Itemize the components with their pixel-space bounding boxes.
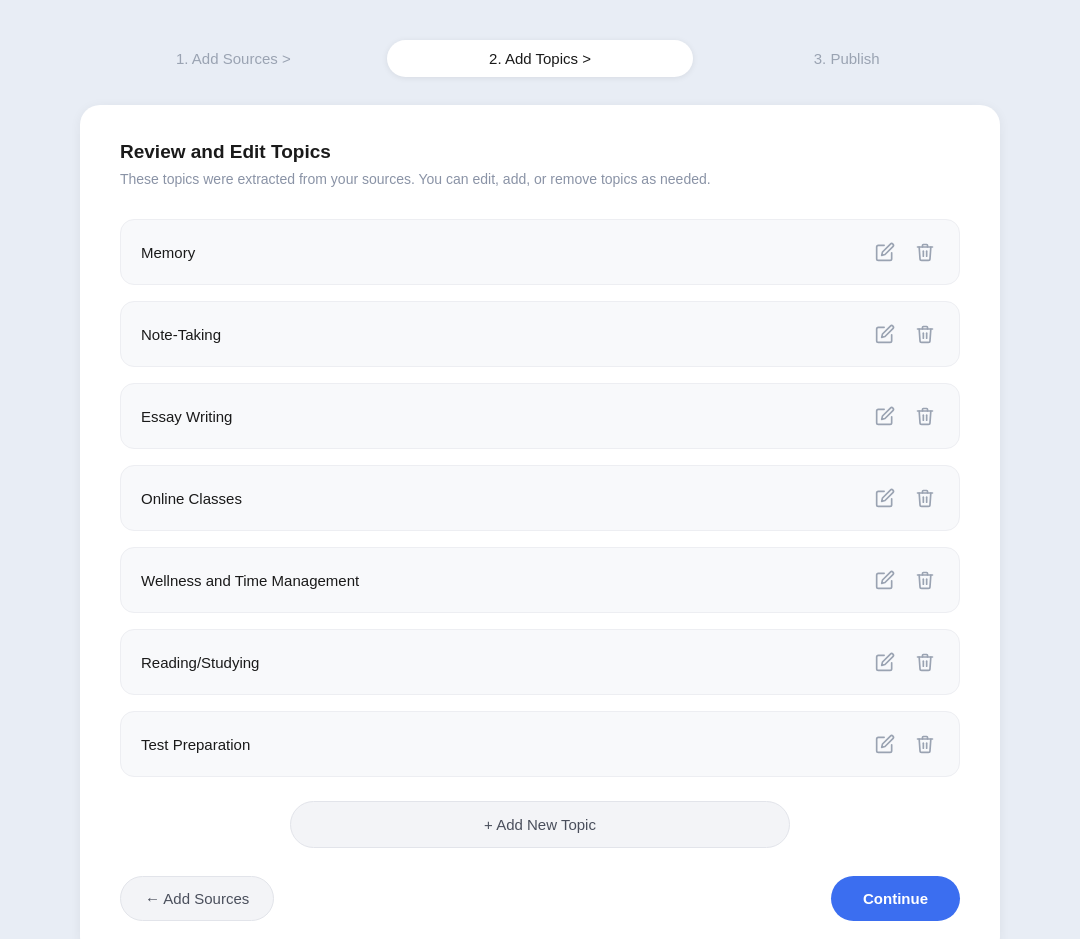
card-subtitle: These topics were extracted from your so… [120,171,960,187]
page-wrapper: 1. Add Sources > 2. Add Topics > 3. Publ… [20,20,1060,939]
edit-topic-button[interactable] [871,320,899,348]
topic-name: Memory [141,244,195,261]
topic-actions [871,484,939,512]
delete-topic-button[interactable] [911,730,939,758]
delete-topic-button[interactable] [911,320,939,348]
topic-name: Reading/Studying [141,654,259,671]
delete-topic-button[interactable] [911,566,939,594]
step-add-sources[interactable]: 1. Add Sources > [80,40,387,77]
trash-icon [915,242,935,262]
delete-topic-button[interactable] [911,484,939,512]
edit-topic-button[interactable] [871,730,899,758]
step-publish[interactable]: 3. Publish [693,40,1000,77]
topic-row: Reading/Studying [120,629,960,695]
main-card: Review and Edit Topics These topics were… [80,105,1000,939]
back-button[interactable]: ← Add Sources [120,876,274,921]
trash-icon [915,734,935,754]
delete-topic-button[interactable] [911,648,939,676]
topic-name: Online Classes [141,490,242,507]
delete-topic-button[interactable] [911,402,939,430]
topic-row: Essay Writing [120,383,960,449]
card-title: Review and Edit Topics [120,141,960,163]
continue-button[interactable]: Continue [831,876,960,921]
pencil-icon [875,570,895,590]
topic-row: Online Classes [120,465,960,531]
topic-actions [871,238,939,266]
add-new-topic-button[interactable]: + Add New Topic [290,801,790,848]
trash-icon [915,488,935,508]
topic-name: Note-Taking [141,326,221,343]
edit-topic-button[interactable] [871,238,899,266]
add-new-topic-label: + Add New Topic [484,816,596,833]
topics-list: Memory Note-Taking Essay Writing Online Cla… [120,219,960,777]
topic-row: Wellness and Time Management [120,547,960,613]
pencil-icon [875,734,895,754]
edit-topic-button[interactable] [871,648,899,676]
topic-name: Test Preparation [141,736,250,753]
pencil-icon [875,242,895,262]
pencil-icon [875,488,895,508]
trash-icon [915,324,935,344]
pencil-icon [875,406,895,426]
stepper: 1. Add Sources > 2. Add Topics > 3. Publ… [80,40,1000,77]
step-add-sources-label: 1. Add Sources > [176,50,291,67]
step-publish-label: 3. Publish [814,50,880,67]
topic-actions [871,402,939,430]
trash-icon [915,406,935,426]
trash-icon [915,570,935,590]
edit-topic-button[interactable] [871,566,899,594]
step-add-topics-label: 2. Add Topics > [489,50,591,67]
topic-row: Memory [120,219,960,285]
topic-actions [871,730,939,758]
step-add-topics[interactable]: 2. Add Topics > [387,40,694,77]
topic-actions [871,320,939,348]
topic-actions [871,648,939,676]
topic-row: Note-Taking [120,301,960,367]
pencil-icon [875,324,895,344]
topic-name: Wellness and Time Management [141,572,359,589]
delete-topic-button[interactable] [911,238,939,266]
topic-name: Essay Writing [141,408,232,425]
back-button-label: ← Add Sources [145,890,249,907]
edit-topic-button[interactable] [871,402,899,430]
topic-actions [871,566,939,594]
pencil-icon [875,652,895,672]
topic-row: Test Preparation [120,711,960,777]
continue-button-label: Continue [863,890,928,907]
edit-topic-button[interactable] [871,484,899,512]
trash-icon [915,652,935,672]
card-footer: ← Add Sources Continue [120,876,960,921]
